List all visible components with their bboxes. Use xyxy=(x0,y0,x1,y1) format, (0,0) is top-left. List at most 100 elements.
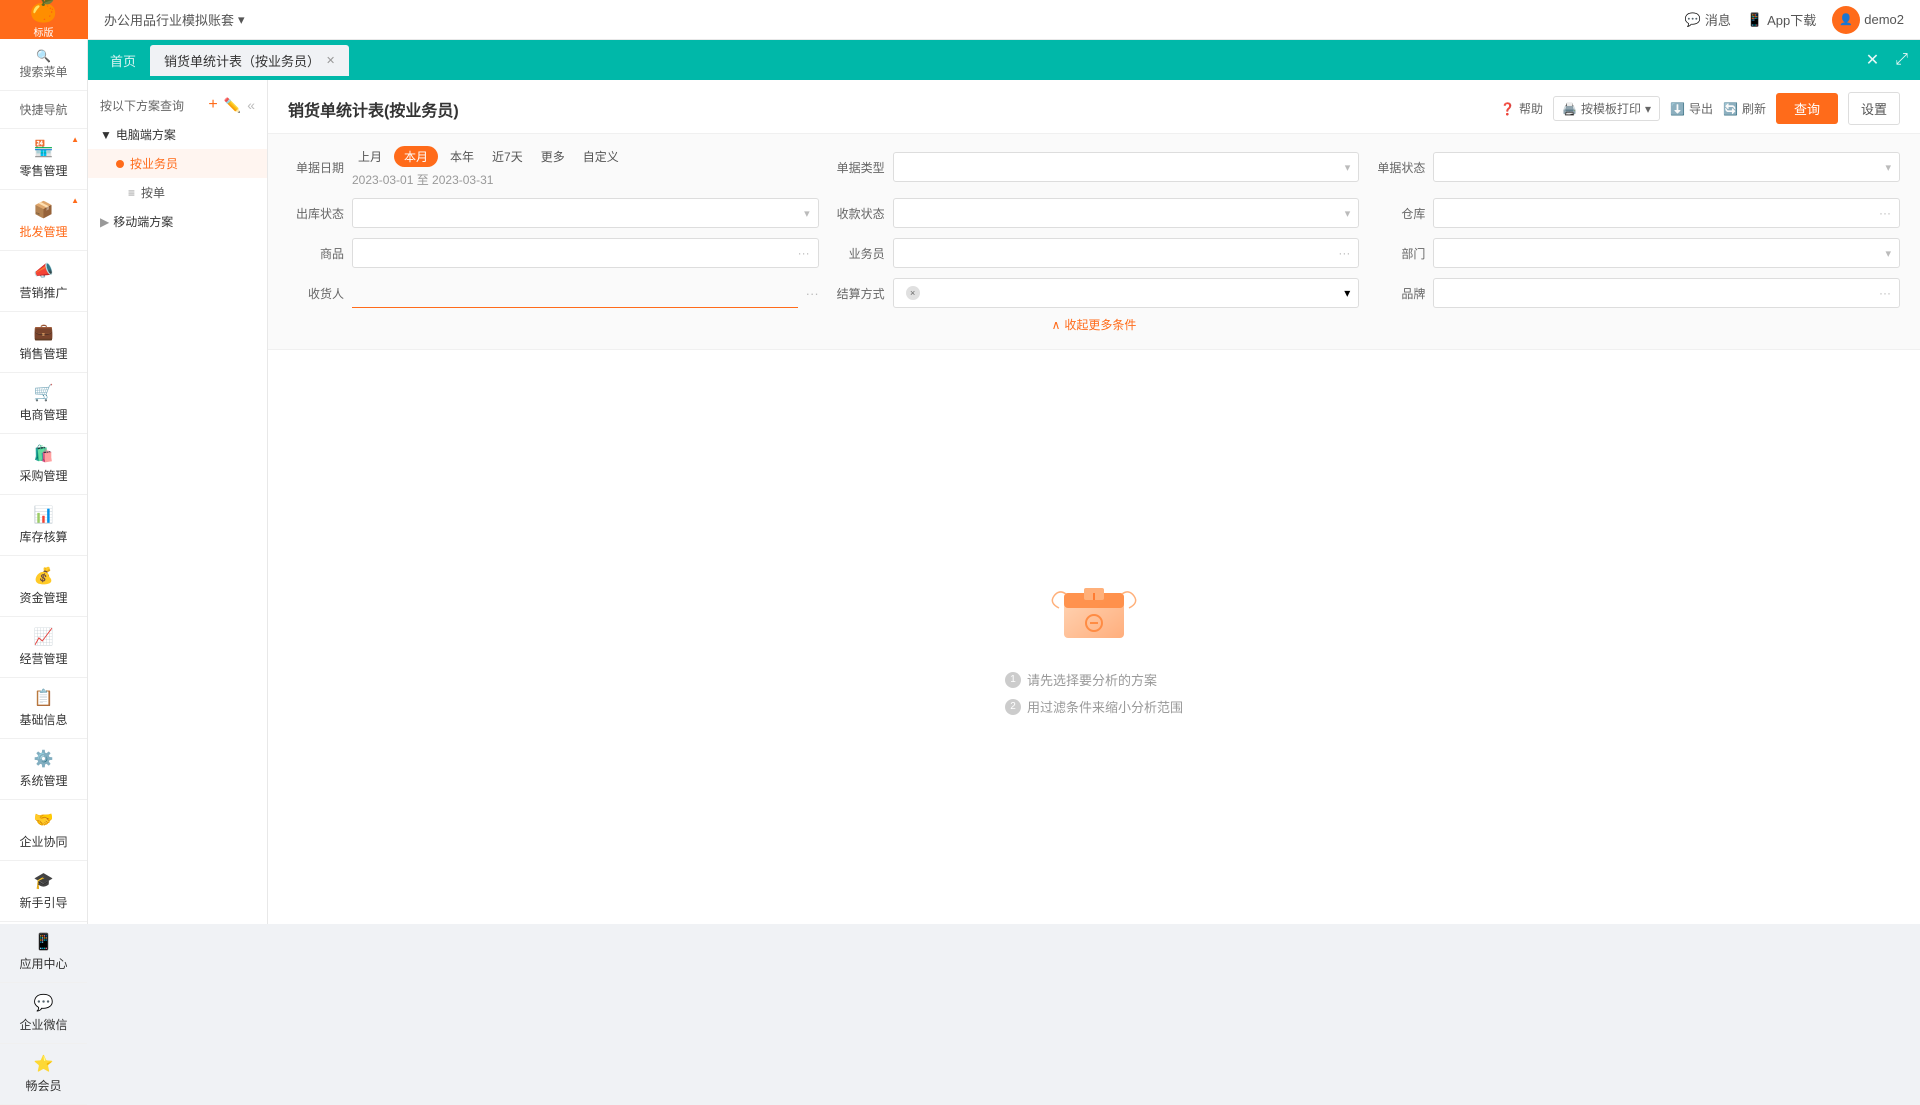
sidebar-item-retail[interactable]: 🏪 零售管理 xyxy=(0,129,87,190)
date-label: 单据日期 xyxy=(288,159,344,176)
scheme-order-label: 按单 xyxy=(141,184,165,201)
date-btn-more[interactable]: 更多 xyxy=(535,146,571,167)
template-print-label: 按模板打印 xyxy=(1581,100,1641,117)
refresh-label: 刷新 xyxy=(1742,100,1766,117)
message-btn[interactable]: 💬 消息 xyxy=(1685,10,1731,29)
user-profile[interactable]: 👤 demo2 xyxy=(1832,6,1904,34)
sidebar-item-system[interactable]: ⚙️ 系统管理 xyxy=(0,739,87,800)
left-panel-title: 按以下方案查询 xyxy=(100,97,184,114)
receipt-status-label: 收款状态 xyxy=(829,205,885,222)
collapse-panel-icon[interactable]: « xyxy=(247,97,255,113)
scheme-item-salesperson[interactable]: 按业务员 xyxy=(88,149,267,178)
sales-label: 销售管理 xyxy=(19,345,67,362)
member-icon: ⭐ xyxy=(34,1054,54,1074)
tab-close-all-icon[interactable]: ✕ xyxy=(1862,46,1883,74)
doc-status-filter-cell: 单据状态 ▾ xyxy=(1369,152,1900,182)
breadcrumb-dropdown[interactable]: 办公用品行业模拟账套 ▾ xyxy=(104,10,245,29)
app-download-label: App下载 xyxy=(1767,10,1816,29)
mobile-group-title[interactable]: ▶ 移动端方案 xyxy=(88,207,267,236)
shortcut-label: 快捷导航 xyxy=(19,103,67,117)
sidebar-item-operations[interactable]: 📈 经营管理 xyxy=(0,617,87,678)
doc-type-label: 单据类型 xyxy=(829,159,885,176)
date-btn-this-month[interactable]: 本月 xyxy=(394,146,438,167)
consignee-dots-icon[interactable]: ··· xyxy=(806,286,819,301)
sidebar-search[interactable]: 🔍 搜索菜单 xyxy=(0,39,87,91)
refresh-btn[interactable]: 🔄 刷新 xyxy=(1723,100,1766,117)
sidebar-item-wholesale[interactable]: 📦 批发管理 xyxy=(0,190,87,251)
sidebar-item-inventory[interactable]: 📊 库存核算 xyxy=(0,495,87,556)
app-download-icon: 📱 xyxy=(1747,12,1763,28)
consignee-input[interactable] xyxy=(352,278,798,308)
receipt-status-select[interactable]: ▾ xyxy=(893,198,1360,228)
pc-group-arrow-icon: ▼ xyxy=(100,128,112,142)
logo-text: 标版 xyxy=(34,24,54,39)
goods-input[interactable]: ··· xyxy=(352,238,819,268)
sidebar-item-finance[interactable]: 💰 资金管理 xyxy=(0,556,87,617)
content-wrapper: 按以下方案查询 + ✏️ « ▼ 电脑端方案 按业务员 ≡ 按 xyxy=(88,80,1920,924)
date-btn-last-month[interactable]: 上月 xyxy=(352,146,388,167)
payment-select[interactable]: × ▾ xyxy=(893,278,1360,308)
export-btn[interactable]: ⬇️ 导出 xyxy=(1670,100,1713,117)
sidebar-item-basic-info[interactable]: 📋 基础信息 xyxy=(0,678,87,739)
doc-status-select[interactable]: ▾ xyxy=(1433,152,1900,182)
add-scheme-btn[interactable]: + xyxy=(208,96,217,114)
guide-icon: 🎓 xyxy=(34,871,54,891)
refresh-icon: 🔄 xyxy=(1723,102,1738,116)
marketing-label: 营销推广 xyxy=(19,284,67,301)
pc-group-title[interactable]: ▼ 电脑端方案 xyxy=(88,120,267,149)
scheme-item-order[interactable]: ≡ 按单 xyxy=(88,178,267,207)
mobile-scheme-group: ▶ 移动端方案 xyxy=(88,207,267,236)
department-select[interactable]: ▾ xyxy=(1433,238,1900,268)
topbar-left: 办公用品行业模拟账套 ▾ xyxy=(104,10,245,29)
help-btn[interactable]: ❓ 帮助 xyxy=(1500,100,1543,117)
search-icon: 🔍 xyxy=(0,49,87,63)
operations-label: 经营管理 xyxy=(19,650,67,667)
sidebar-item-member[interactable]: ⭐ 畅会员 xyxy=(0,1044,87,1105)
payment-tag-close-icon[interactable]: × xyxy=(906,286,920,300)
purchase-label: 采购管理 xyxy=(19,467,67,484)
tab-close-icon[interactable]: ✕ xyxy=(326,54,335,67)
sidebar-item-sales[interactable]: 💼 销售管理 xyxy=(0,312,87,373)
tab-restore-icon[interactable]: ⤢ xyxy=(1891,47,1912,73)
sidebar-item-marketing[interactable]: 📣 营销推广 xyxy=(0,251,87,312)
sidebar-item-purchase[interactable]: 🛍️ 采购管理 xyxy=(0,434,87,495)
date-btn-custom[interactable]: 自定义 xyxy=(577,146,625,167)
collapse-btn[interactable]: ∧ 收起更多条件 xyxy=(288,308,1900,337)
weixin-icon: 💬 xyxy=(34,993,54,1013)
help-label: 帮助 xyxy=(1519,100,1543,117)
basic-info-icon: 📋 xyxy=(34,688,54,708)
sidebar-shortcut[interactable]: 快捷导航 xyxy=(0,91,87,129)
salesperson-input[interactable]: ··· xyxy=(893,238,1360,268)
warehouse-input[interactable]: ··· xyxy=(1433,198,1900,228)
sidebar-item-app-center[interactable]: 📱 应用中心 xyxy=(0,922,87,983)
app-download-btn[interactable]: 📱 App下载 xyxy=(1747,10,1816,29)
settings-button[interactable]: 设置 xyxy=(1848,92,1900,125)
out-status-select[interactable]: ▾ xyxy=(352,198,819,228)
date-btn-7days[interactable]: 近7天 xyxy=(486,146,529,167)
system-icon: ⚙️ xyxy=(34,749,54,769)
ecommerce-icon: 🛒 xyxy=(34,383,54,403)
sidebar-item-weixin[interactable]: 💬 企业微信 xyxy=(0,983,87,1044)
sidebar-item-guide[interactable]: 🎓 新手引导 xyxy=(0,861,87,922)
tab-home[interactable]: 首页 xyxy=(96,45,150,76)
help-icon: ❓ xyxy=(1500,102,1515,116)
guide-label: 新手引导 xyxy=(19,894,67,911)
edit-scheme-icon[interactable]: ✏️ xyxy=(224,97,241,114)
sidebar-logo[interactable]: 🍊 标版 xyxy=(0,0,88,39)
query-button[interactable]: 查询 xyxy=(1776,93,1838,124)
template-print-btn[interactable]: 🖨️ 按模板打印 ▾ xyxy=(1553,96,1660,121)
brand-input[interactable]: ··· xyxy=(1433,278,1900,308)
filter-row-4: 收货人 ··· 结算方式 × ▾ 品牌 xyxy=(288,278,1900,308)
date-btn-this-year[interactable]: 本年 xyxy=(444,146,480,167)
topbar: 办公用品行业模拟账套 ▾ 💬 消息 📱 App下载 👤 demo2 xyxy=(88,0,1920,40)
sidebar-item-ecommerce[interactable]: 🛒 电商管理 xyxy=(0,373,87,434)
out-status-filter-cell: 出库状态 ▾ xyxy=(288,198,819,228)
search-label: 搜索菜单 xyxy=(0,63,87,80)
tab-report[interactable]: 销货单统计表（按业务员） ✕ xyxy=(150,45,349,76)
doc-type-select[interactable]: ▾ xyxy=(893,152,1360,182)
left-panel-header: 按以下方案查询 + ✏️ « xyxy=(88,90,267,120)
sidebar-item-enterprise[interactable]: 🤝 企业协同 xyxy=(0,800,87,861)
out-status-label: 出库状态 xyxy=(288,205,344,222)
mobile-group-arrow-icon: ▶ xyxy=(100,215,109,229)
doc-type-chevron-icon: ▾ xyxy=(1345,161,1351,174)
